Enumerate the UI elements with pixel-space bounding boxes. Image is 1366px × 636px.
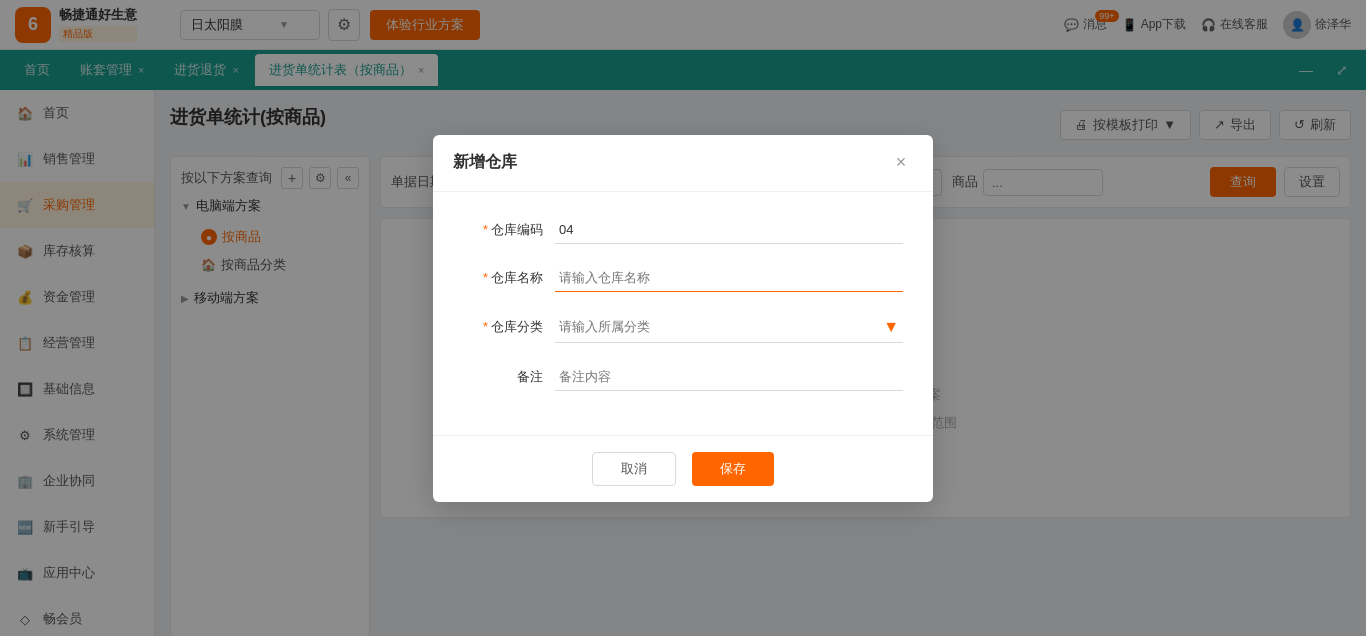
modal-overlay[interactable]: 新增仓库 × 仓库编码 仓库名称 仓库分类 ▼ — [0, 0, 1366, 636]
name-input[interactable] — [555, 264, 903, 292]
save-button[interactable]: 保存 — [692, 452, 774, 486]
code-input[interactable] — [555, 216, 903, 244]
form-row-remark: 备注 — [463, 363, 903, 391]
new-warehouse-modal: 新增仓库 × 仓库编码 仓库名称 仓库分类 ▼ — [433, 135, 933, 502]
form-row-category: 仓库分类 ▼ — [463, 312, 903, 343]
category-dropdown-icon[interactable]: ▼ — [883, 318, 899, 336]
category-input[interactable] — [559, 319, 883, 334]
code-label: 仓库编码 — [463, 221, 543, 239]
remark-label: 备注 — [463, 368, 543, 386]
modal-header: 新增仓库 × — [433, 135, 933, 192]
name-label: 仓库名称 — [463, 269, 543, 287]
modal-close-button[interactable]: × — [889, 151, 913, 175]
modal-title: 新增仓库 — [453, 152, 517, 173]
cancel-button[interactable]: 取消 — [592, 452, 676, 486]
modal-body: 仓库编码 仓库名称 仓库分类 ▼ 备注 — [433, 192, 933, 435]
category-label: 仓库分类 — [463, 318, 543, 336]
form-row-code: 仓库编码 — [463, 216, 903, 244]
form-row-name: 仓库名称 — [463, 264, 903, 292]
modal-footer: 取消 保存 — [433, 435, 933, 502]
category-select-wrapper: ▼ — [555, 312, 903, 343]
remark-input[interactable] — [555, 363, 903, 391]
